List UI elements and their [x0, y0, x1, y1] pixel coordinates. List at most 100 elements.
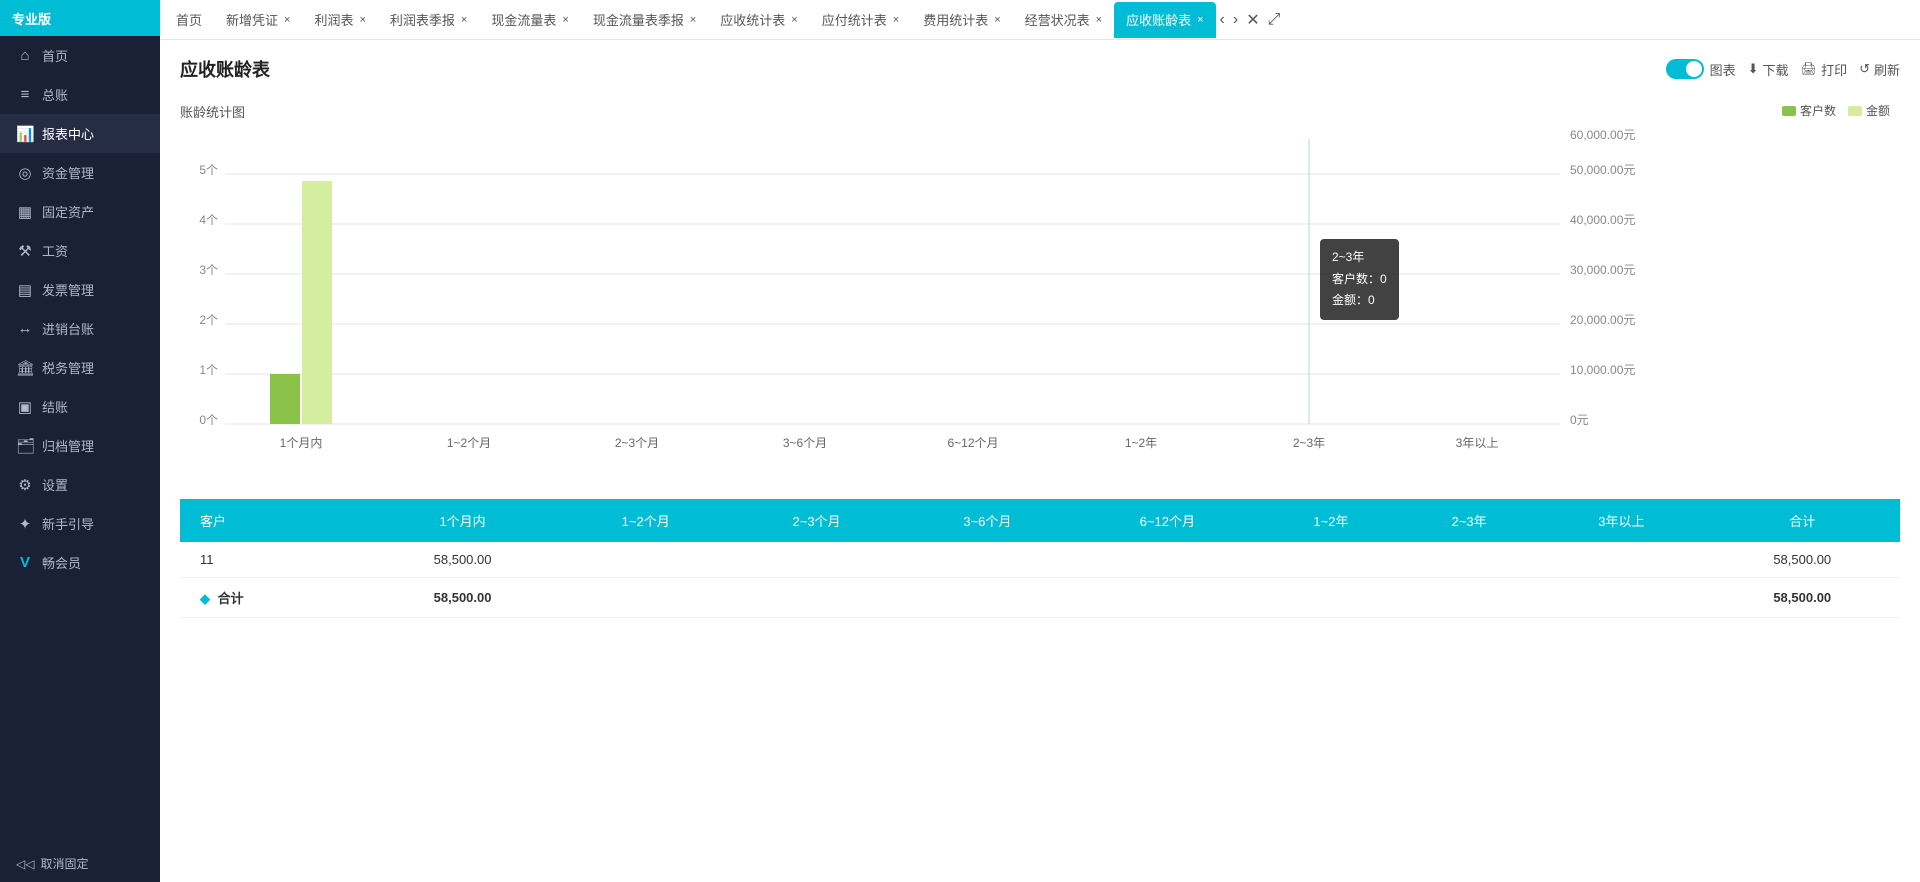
tab-expense-stat-close[interactable]: × — [994, 14, 1000, 26]
chart-legend: 客户数 金额 — [1782, 102, 1890, 119]
total-m2 — [560, 578, 731, 618]
svg-text:1~2个月: 1~2个月 — [447, 436, 491, 450]
svg-text:60,000.00元: 60,000.00元 — [1570, 128, 1635, 142]
sidebar-item-closing[interactable]: ▣ 结账 — [0, 387, 160, 426]
tab-prev-button[interactable]: ‹ — [1216, 11, 1229, 29]
cell-m6 — [1262, 542, 1400, 578]
refresh-button[interactable]: ↺ 刷新 — [1859, 60, 1900, 79]
sidebar-item-archive[interactable]: 🗂 归档管理 — [0, 426, 160, 465]
sidebar-item-guide[interactable]: ✦ 新手引导 — [0, 504, 160, 543]
tab-receivable-stat-close[interactable]: × — [791, 14, 797, 26]
invoice-icon: ▤ — [16, 281, 34, 299]
tab-home[interactable]: 首页 — [164, 2, 214, 38]
sidebar-item-inventory[interactable]: ↔ 进销台账 — [0, 309, 160, 348]
sidebar-item-ledger[interactable]: ≡ 总账 — [0, 75, 160, 114]
svg-text:40,000.00元: 40,000.00元 — [1570, 213, 1635, 227]
svg-text:20,000.00元: 20,000.00元 — [1570, 313, 1635, 327]
tab-cashflow-quarterly-label: 现金流量表季报 — [593, 10, 684, 29]
cell-m3 — [731, 542, 902, 578]
sidebar-item-salary[interactable]: ⚒ 工资 — [0, 231, 160, 270]
table-row: 11 58,500.00 58,500.00 — [180, 542, 1900, 578]
sidebar-pin-toggle[interactable]: ◁◁ 取消固定 — [0, 845, 160, 882]
col-m2: 1~2个月 — [560, 499, 731, 542]
tab-next-button[interactable]: › — [1229, 11, 1242, 29]
ledger-icon: ≡ — [16, 86, 34, 103]
sidebar-label-assets: 固定资产 — [42, 202, 94, 221]
tab-payable-stat-label: 应付统计表 — [822, 10, 887, 29]
legend-customers-dot — [1782, 106, 1796, 116]
tab-cashflow-close[interactable]: × — [562, 14, 568, 26]
tab-cashflow-quarterly[interactable]: 现金流量表季报 × — [581, 2, 708, 38]
sidebar-label-invoice: 发票管理 — [42, 280, 94, 299]
cell-m8 — [1538, 542, 1704, 578]
legend-amount-label: 金额 — [1866, 102, 1890, 119]
svg-text:1个: 1个 — [199, 363, 218, 377]
tab-aging-close[interactable]: × — [1197, 14, 1203, 26]
tab-cashflow[interactable]: 现金流量表 × — [479, 2, 580, 38]
sidebar-label-home: 首页 — [42, 46, 68, 65]
sidebar-item-assets[interactable]: ▦ 固定资产 — [0, 192, 160, 231]
sidebar-item-settings[interactable]: ⚙ 设置 — [0, 465, 160, 504]
tab-business-stat-close[interactable]: × — [1096, 14, 1102, 26]
svg-text:2~3个月: 2~3个月 — [615, 436, 659, 450]
tab-close-all-button[interactable]: ✕ — [1242, 10, 1263, 30]
tab-business-stat[interactable]: 经营状况表 × — [1013, 2, 1114, 38]
tab-business-stat-label: 经营状况表 — [1025, 10, 1090, 29]
guide-icon: ✦ — [16, 515, 34, 533]
chart-toggle[interactable] — [1666, 59, 1704, 79]
svg-text:3~6个月: 3~6个月 — [783, 436, 827, 450]
tab-voucher[interactable]: 新增凭证 × — [214, 2, 302, 38]
assets-icon: ▦ — [16, 203, 34, 221]
home-icon: ⌂ — [16, 47, 34, 64]
tab-profit-quarterly[interactable]: 利润表季报 × — [378, 2, 479, 38]
total-m7 — [1400, 578, 1538, 618]
print-button[interactable]: 🖨 打印 — [1801, 60, 1848, 79]
cell-total: 58,500.00 — [1705, 542, 1900, 578]
col-total: 合计 — [1705, 499, 1900, 542]
print-icon: 🖨 — [1801, 61, 1818, 77]
svg-text:1~2年: 1~2年 — [1125, 436, 1157, 450]
total-label: ◆ 合计 — [180, 578, 365, 618]
total-m5 — [1073, 578, 1262, 618]
chart-toggle-label: 图表 — [1710, 60, 1736, 79]
tab-profit[interactable]: 利润表 × — [302, 2, 377, 38]
sidebar-item-tax[interactable]: 🏛 税务管理 — [0, 348, 160, 387]
tab-bar: 首页 新增凭证 × 利润表 × 利润表季报 × 现金流量表 × 现金流量表季报 … — [160, 0, 1920, 40]
total-row-label: 合计 — [218, 591, 244, 606]
tab-expense-stat[interactable]: 费用统计表 × — [911, 2, 1012, 38]
pin-icon: ◁◁ — [16, 857, 34, 871]
sidebar-item-capital[interactable]: ◎ 资金管理 — [0, 153, 160, 192]
svg-text:30,000.00元: 30,000.00元 — [1570, 263, 1635, 277]
col-m8: 3年以上 — [1538, 499, 1704, 542]
sidebar-item-vip[interactable]: V 畅会员 — [0, 543, 160, 582]
print-label: 打印 — [1821, 60, 1847, 79]
tab-expand-button[interactable]: ⤢ — [1264, 11, 1285, 29]
total-m8 — [1538, 578, 1704, 618]
col-customer: 客户 — [180, 499, 365, 542]
svg-text:0个: 0个 — [199, 413, 218, 427]
sidebar-item-invoice[interactable]: ▤ 发票管理 — [0, 270, 160, 309]
sidebar: 专业版 ⌂ 首页 ≡ 总账 📊 报表中心 ◎ 资金管理 ▦ 固定资产 ⚒ 工资 … — [0, 0, 160, 882]
tab-profit-quarterly-close[interactable]: × — [461, 14, 467, 26]
sidebar-item-reports[interactable]: 📊 报表中心 — [0, 114, 160, 153]
download-button[interactable]: ⬇ 下载 — [1748, 60, 1789, 79]
tab-profit-label: 利润表 — [314, 10, 353, 29]
tab-voucher-close[interactable]: × — [284, 14, 290, 26]
tab-aging[interactable]: 应收账龄表 × — [1114, 2, 1215, 38]
download-icon: ⬇ — [1748, 61, 1759, 77]
sidebar-logo: 专业版 — [0, 0, 160, 36]
tab-payable-stat[interactable]: 应付统计表 × — [810, 2, 911, 38]
legend-amount: 金额 — [1848, 102, 1890, 119]
chart-title: 账龄统计图 — [180, 102, 1900, 121]
refresh-icon: ↺ — [1859, 61, 1870, 77]
col-m5: 6~12个月 — [1073, 499, 1262, 542]
capital-icon: ◎ — [16, 164, 34, 182]
tab-cashflow-quarterly-close[interactable]: × — [690, 14, 696, 26]
sidebar-item-home[interactable]: ⌂ 首页 — [0, 36, 160, 75]
tab-receivable-stat[interactable]: 应收统计表 × — [708, 2, 809, 38]
svg-text:0元: 0元 — [1570, 413, 1589, 427]
total-m3 — [731, 578, 902, 618]
tab-profit-close[interactable]: × — [359, 14, 365, 26]
bar-amount-1 — [302, 181, 332, 424]
tab-payable-stat-close[interactable]: × — [893, 14, 899, 26]
